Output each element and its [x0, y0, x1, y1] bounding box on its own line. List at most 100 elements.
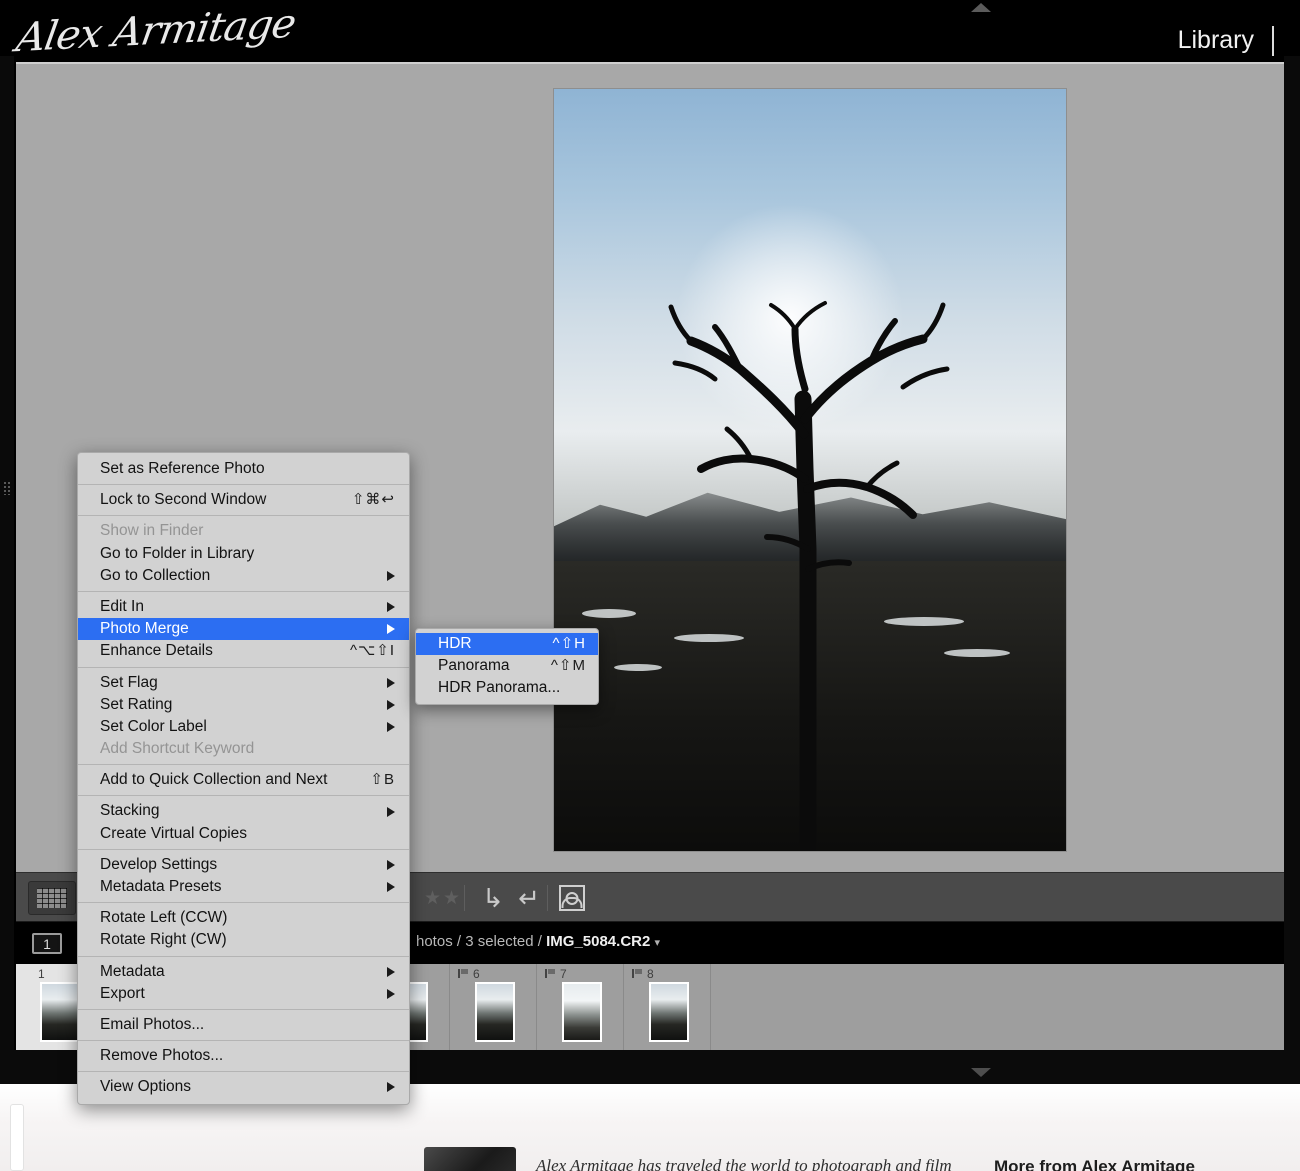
menu-item-set-flag[interactable]: Set Flag — [78, 672, 409, 694]
submenu-arrow-icon — [387, 721, 395, 732]
menu-item-edit-in[interactable]: Edit In — [78, 596, 409, 618]
menu-item-label: Edit In — [100, 597, 144, 615]
thumb-index: 7 — [560, 967, 567, 981]
module-divider — [1272, 26, 1274, 58]
menu-separator — [78, 1040, 409, 1042]
menu-item-set-rating[interactable]: Set Rating — [78, 694, 409, 716]
menu-item-label: Enhance Details — [100, 642, 213, 660]
menu-item-develop-settings[interactable]: Develop Settings — [78, 854, 409, 876]
module-library-label[interactable]: Library — [1178, 26, 1254, 55]
left-panel-handle[interactable] — [0, 56, 14, 1084]
menu-item-stacking[interactable]: Stacking — [78, 800, 409, 822]
menu-item-label: Set as Reference Photo — [100, 460, 265, 477]
menu-item-label: Add Shortcut Keyword — [100, 740, 255, 758]
menu-item-export[interactable]: Export — [78, 983, 409, 1005]
menu-item-label: Metadata Presets — [100, 878, 222, 895]
flag-icon[interactable] — [458, 969, 468, 978]
menu-separator — [78, 1071, 409, 1073]
menu-item-label: Set Rating — [100, 695, 173, 713]
page-badge[interactable]: 1 — [32, 933, 62, 954]
rotate-left-icon[interactable]: ↵ — [512, 881, 546, 915]
status-selected-count: 3 selected — [465, 933, 534, 950]
menu-item-label: Set Color Label — [100, 717, 207, 735]
menu-item-set-color-label[interactable]: Set Color Label — [78, 716, 409, 738]
submenu-item-hdr-panorama[interactable]: HDR Panorama... — [416, 677, 598, 699]
menu-item-shortcut: ⇧B — [370, 771, 395, 789]
triangle-down-icon[interactable] — [971, 1068, 991, 1077]
menu-item-label: Set Flag — [100, 673, 158, 691]
menu-item-metadata[interactable]: Metadata — [78, 961, 409, 983]
menu-separator — [78, 666, 409, 668]
submenu-arrow-icon — [387, 1082, 395, 1093]
menu-item-email-photos[interactable]: Email Photos... — [78, 1014, 409, 1036]
menu-separator — [78, 795, 409, 797]
submenu-arrow-icon — [387, 806, 395, 817]
thumb-image — [649, 982, 689, 1042]
menu-item-label: Rotate Right (CW) — [100, 931, 227, 949]
menu-item-rotate-right-cw[interactable]: Rotate Right (CW) — [78, 929, 409, 951]
submenu-arrow-icon — [387, 699, 395, 710]
menu-item-photo-merge[interactable]: Photo Merge — [78, 618, 409, 641]
filmstrip-thumb-7[interactable]: 7 — [538, 964, 624, 1050]
logo-signature[interactable]: Alex Armitage — [13, 1, 299, 61]
submenu-item-shortcut: ^⇧M — [550, 657, 586, 675]
photo-merge-submenu[interactable]: HDR ^⇧H Panorama ^⇧M HDR Panorama... — [415, 628, 599, 705]
menu-separator — [78, 590, 409, 592]
tree-silhouette — [668, 300, 950, 851]
menu-item-label: Create Virtual Copies — [100, 824, 248, 842]
rotate-right-icon[interactable]: ↳ — [476, 881, 510, 915]
triangle-up-icon[interactable] — [971, 3, 991, 12]
menu-item-metadata-presets[interactable]: Metadata Presets — [78, 876, 409, 898]
menu-item-add-to-quick-collection-and-next[interactable]: Add to Quick Collection and Next ⇧B — [78, 769, 409, 791]
menu-item-label: Remove Photos... — [100, 1047, 224, 1065]
menu-item-label: Show in Finder — [100, 522, 204, 540]
status-selection-text[interactable]: hotos / 3 selected / IMG_5084.CR2 ▾ — [416, 933, 660, 950]
right-panel-handle[interactable] — [1284, 56, 1300, 1084]
snow-patch — [582, 609, 636, 618]
menu-item-label: Add to Quick Collection and Next — [100, 771, 328, 789]
menu-item-shortcut: ^⌥⇧I — [349, 642, 395, 660]
menu-item-add-shortcut-keyword: Add Shortcut Keyword — [78, 738, 409, 760]
menu-item-go-to-folder-in-library[interactable]: Go to Folder in Library — [78, 543, 409, 565]
submenu-item-hdr[interactable]: HDR ^⇧H — [416, 633, 598, 656]
toolbar-divider — [547, 885, 548, 911]
menu-separator — [78, 484, 409, 486]
submenu-item-label: HDR Panorama... — [438, 679, 561, 697]
menu-item-go-to-collection[interactable]: Go to Collection — [78, 565, 409, 587]
menu-item-rotate-left-ccw[interactable]: Rotate Left (CCW) — [78, 907, 409, 929]
menu-item-label: Email Photos... — [100, 1015, 205, 1033]
menu-item-label: Photo Merge — [100, 620, 189, 638]
submenu-arrow-icon — [387, 859, 395, 870]
menu-item-set-as-reference-photo[interactable]: Set as Reference Photo — [78, 458, 409, 480]
menu-item-label: Go to Folder in Library — [100, 544, 255, 562]
author-bio-text: Alex Armitage has traveled the world to … — [536, 1156, 952, 1171]
menu-item-create-virtual-copies[interactable]: Create Virtual Copies — [78, 823, 409, 845]
thumb-index: 6 — [473, 967, 480, 981]
menu-item-lock-to-second-window[interactable]: Lock to Second Window ⇧⌘↩ — [78, 489, 409, 511]
menu-separator — [78, 1008, 409, 1010]
submenu-item-label: HDR — [438, 635, 472, 652]
menu-item-label: Metadata — [100, 962, 165, 980]
thumb-image — [40, 982, 80, 1042]
more-from-author-heading: More from Alex Armitage — [994, 1157, 1195, 1171]
menu-item-enhance-details[interactable]: Enhance Details ^⌥⇧I — [78, 640, 409, 662]
filmstrip-thumb-6[interactable]: 6 — [451, 964, 537, 1050]
submenu-arrow-icon — [387, 966, 395, 977]
face-detect-icon[interactable] — [554, 881, 590, 915]
thumb-index: 1 — [38, 967, 45, 981]
filmstrip-thumb-8[interactable]: 8 — [625, 964, 711, 1050]
flag-icon[interactable] — [632, 969, 642, 978]
menu-item-label: Rotate Left (CCW) — [100, 909, 228, 927]
chevron-down-icon[interactable]: ▾ — [655, 937, 661, 949]
flag-icon[interactable] — [545, 969, 555, 978]
menu-item-remove-photos[interactable]: Remove Photos... — [78, 1045, 409, 1067]
rating-stars-icon[interactable]: ★★ — [424, 881, 462, 915]
panel-grip-dots-icon — [3, 481, 11, 495]
menu-item-view-options[interactable]: View Options — [78, 1076, 409, 1098]
menu-item-label: View Options — [100, 1078, 192, 1096]
submenu-item-panorama[interactable]: Panorama ^⇧M — [416, 655, 598, 677]
photo-context-menu[interactable]: Set as Reference Photo Lock to Second Wi… — [77, 452, 410, 1105]
grid-view-icon[interactable] — [28, 881, 76, 915]
menu-item-label: Stacking — [100, 802, 160, 820]
loupe-photo[interactable] — [554, 89, 1066, 851]
